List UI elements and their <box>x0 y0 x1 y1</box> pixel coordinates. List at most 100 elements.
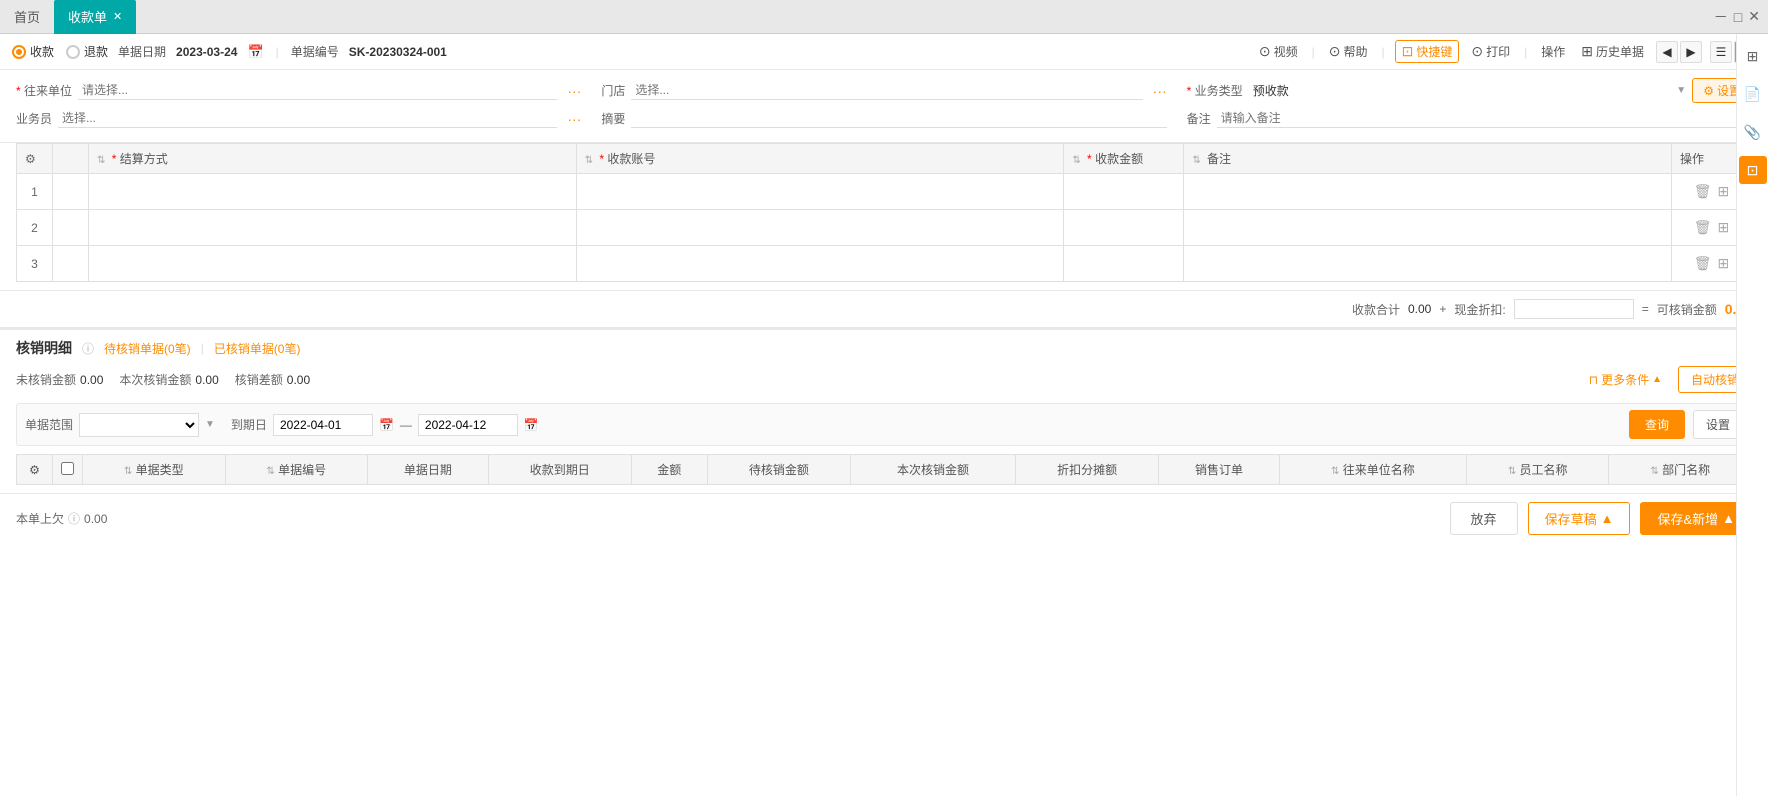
due-date-from[interactable] <box>273 414 373 436</box>
operations-btn[interactable]: 操作 <box>1537 41 1569 62</box>
radio-refund[interactable]: 退款 <box>66 43 108 60</box>
more-conditions-btn[interactable]: ⊓ 更多条件 ▲ <box>1589 371 1662 388</box>
summary-input[interactable] <box>631 109 1166 128</box>
row-1-remark-input[interactable] <box>1184 174 1671 209</box>
diff-stat: 核销差额 0.00 <box>235 371 310 388</box>
sidebar-attachment-icon[interactable]: 📎 <box>1739 118 1767 146</box>
col-settings-header[interactable]: ⚙ <box>17 144 53 174</box>
row-1-remark[interactable] <box>1184 174 1672 210</box>
row-2-settlement[interactable] <box>89 210 577 246</box>
range-dropdown-icon[interactable]: ▼ <box>205 419 215 430</box>
help-btn[interactable]: ⊙ 帮助 <box>1325 41 1372 62</box>
tab-home[interactable]: 首页 <box>0 0 54 34</box>
row-1-copy-icon[interactable]: ⊞ <box>1718 183 1730 200</box>
bt-settings-header[interactable]: ⚙ <box>17 455 53 485</box>
cal-from-icon[interactable]: 📅 <box>379 418 394 432</box>
row-3-amount-input[interactable] <box>1064 246 1183 281</box>
print-btn[interactable]: ⊙ 打印 <box>1467 41 1514 62</box>
row-1-num: 1 <box>17 174 53 210</box>
staff-input[interactable] <box>58 109 557 128</box>
row-2-num: 2 <box>17 210 53 246</box>
row-3-account[interactable] <box>576 246 1064 282</box>
save-draft-dropdown-icon[interactable]: ▲ <box>1601 511 1614 526</box>
window-controls: － □ ✕ <box>1714 7 1768 27</box>
video-btn[interactable]: ⊙ 视频 <box>1255 41 1302 62</box>
pending-tab[interactable]: 待核销单据(0笔) <box>104 340 191 357</box>
verify-stats: 未核销金额 0.00 本次核销金额 0.00 核销差额 0.00 ⊓ 更多条件 … <box>16 366 1752 393</box>
sidebar-expand-icon[interactable]: ⊡ <box>1739 156 1767 184</box>
select-all-checkbox[interactable] <box>61 462 74 475</box>
row-1-amount[interactable] <box>1064 174 1184 210</box>
due-date-to[interactable] <box>418 414 518 436</box>
row-2-amount[interactable] <box>1064 210 1184 246</box>
row-2-account[interactable] <box>576 210 1064 246</box>
tab-receipt-close[interactable]: ✕ <box>113 10 122 23</box>
remark-input[interactable] <box>1217 109 1752 128</box>
row-3-remark-input[interactable] <box>1184 246 1671 281</box>
row-1-settlement-input[interactable] <box>89 174 576 209</box>
row-3-settlement-input[interactable] <box>89 246 576 281</box>
row-2-remark-input[interactable] <box>1184 210 1671 245</box>
history-btn[interactable]: ⊞ 历史单据 <box>1577 41 1648 62</box>
row-2-delete-icon[interactable]: 🗑 <box>1694 219 1712 236</box>
bt-checkbox-header[interactable] <box>53 455 83 485</box>
row-2-account-input[interactable] <box>577 210 1064 245</box>
row-2-settlement-input[interactable] <box>89 210 576 245</box>
right-toolbar: ⊙ 视频 | ⊙ 帮助 | ⊡ 快捷键 ⊙ 打印 | 操作 ⊞ <box>1255 40 1756 63</box>
row-2-copy-icon[interactable]: ⊞ <box>1718 219 1730 236</box>
discount-input[interactable] <box>1514 299 1634 319</box>
cal-to-icon[interactable]: 📅 <box>524 418 539 432</box>
next-btn[interactable]: ▶ <box>1680 41 1702 63</box>
row-1-amount-input[interactable] <box>1064 174 1183 209</box>
verify-label: 可核销金额 <box>1657 301 1717 318</box>
radio-collect[interactable]: 收款 <box>12 43 54 60</box>
sidebar-doc-icon[interactable]: 📄 <box>1739 80 1767 108</box>
list-view-btn[interactable]: ☰ <box>1710 41 1732 63</box>
shortcut-btn[interactable]: ⊡ 快捷键 <box>1395 40 1460 63</box>
row-3-remark[interactable] <box>1184 246 1672 282</box>
verification-section: 核销明细 ⓘ 待核销单据(0笔) | 已核销单据(0笔) 未核销金额 0.00 … <box>0 327 1768 493</box>
receipt-type-group: 收款 退款 <box>12 43 108 60</box>
row-3-settlement[interactable] <box>89 246 577 282</box>
biz-type-label: * 业务类型 <box>1187 82 1243 99</box>
store-more-icon[interactable]: ··· <box>1153 83 1167 99</box>
prev-btn[interactable]: ◀ <box>1656 41 1678 63</box>
minimize-btn[interactable]: － <box>1714 7 1728 27</box>
store-input[interactable] <box>631 81 1142 100</box>
bt-current-header: 本次核销金额 <box>850 455 1015 485</box>
row-2-remark[interactable] <box>1184 210 1672 246</box>
chevron-up-icon: ▲ <box>1652 374 1662 385</box>
row-3-delete-icon[interactable]: 🗑 <box>1694 255 1712 272</box>
close-btn[interactable]: ✕ <box>1748 8 1760 25</box>
equals-sign: = <box>1642 302 1649 316</box>
row-3-account-input[interactable] <box>577 246 1064 281</box>
biz-type-dropdown-icon[interactable]: ▼ <box>1676 85 1686 96</box>
row-3-amount[interactable] <box>1064 246 1184 282</box>
tab-receipt[interactable]: 收款单 ✕ <box>54 0 136 34</box>
range-select[interactable] <box>79 413 199 437</box>
table-settings-icon[interactable]: ⚙ <box>25 152 36 166</box>
maximize-btn[interactable]: □ <box>1734 9 1742 25</box>
biz-type-field: * 业务类型 预收款 ▼ ⚙ 设置 <box>1187 78 1752 103</box>
counterpart-input[interactable] <box>78 81 557 100</box>
verify-header: 核销明细 ⓘ 待核销单据(0笔) | 已核销单据(0笔) <box>16 338 1752 358</box>
carry-forward-info-icon[interactable]: ⓘ <box>68 510 80 527</box>
row-1-account-input[interactable] <box>577 174 1064 209</box>
save-draft-btn[interactable]: 保存草稿 ▲ <box>1528 502 1631 535</box>
row-1-delete-icon[interactable]: 🗑 <box>1694 183 1712 200</box>
counterpart-more-icon[interactable]: ··· <box>567 83 581 99</box>
bt-settings-icon[interactable]: ⚙ <box>29 463 40 477</box>
uncancelled-label: 未核销金额 <box>16 371 76 388</box>
save-new-dropdown-icon[interactable]: ▲ <box>1722 511 1735 526</box>
staff-more-icon[interactable]: ··· <box>567 111 581 127</box>
row-2-amount-input[interactable] <box>1064 210 1183 245</box>
row-3-copy-icon[interactable]: ⊞ <box>1718 255 1730 272</box>
calendar-icon[interactable]: 📅 <box>247 44 263 60</box>
done-tab[interactable]: 已核销单据(0笔) <box>214 340 301 357</box>
row-1-account[interactable] <box>576 174 1064 210</box>
row-1-settlement[interactable] <box>89 174 577 210</box>
abandon-btn[interactable]: 放弃 <box>1450 502 1518 535</box>
verify-info-icon[interactable]: ⓘ <box>82 340 94 357</box>
query-btn[interactable]: 查询 <box>1629 410 1685 439</box>
sidebar-table-icon[interactable]: ⊞ <box>1739 42 1767 70</box>
